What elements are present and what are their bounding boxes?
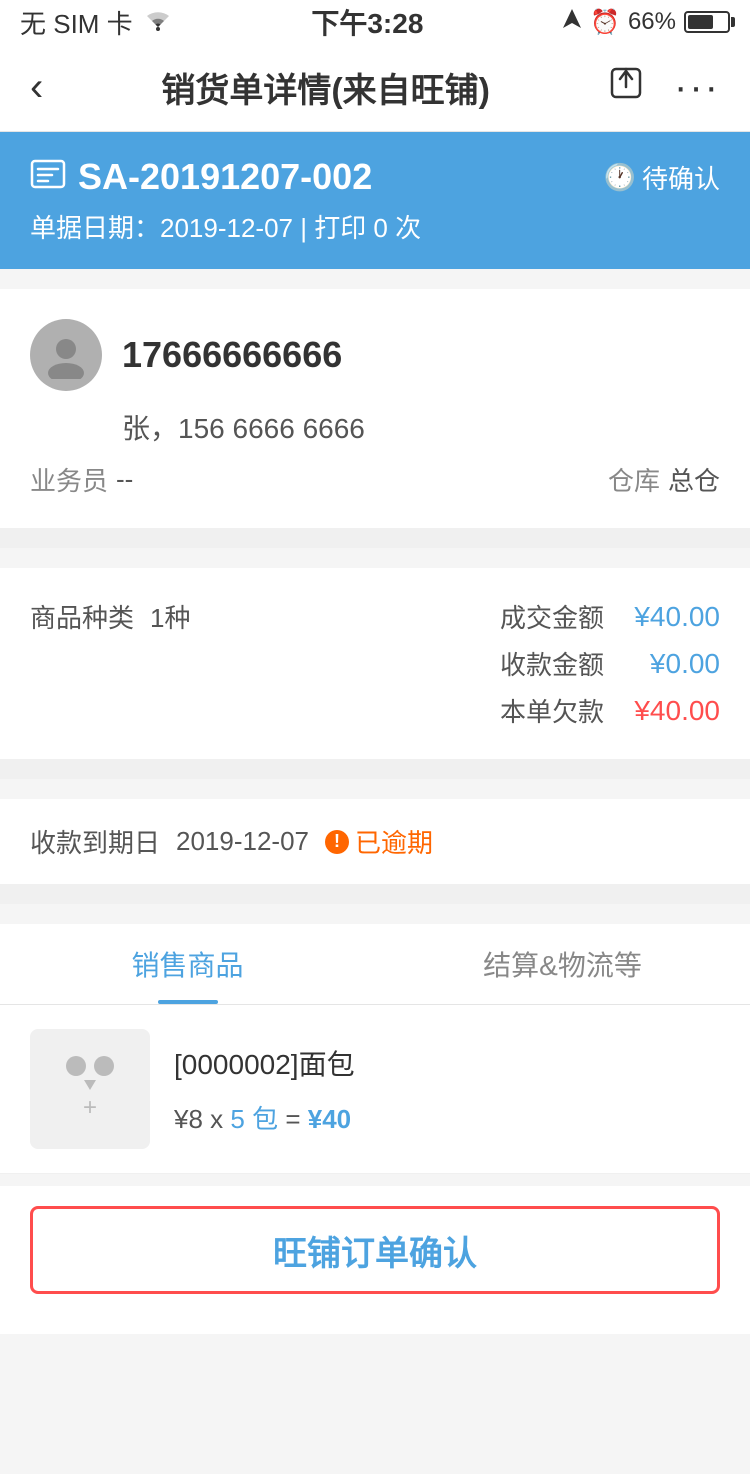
due-section: 收款到期日 2019-12-07 ! 已逾期 (0, 799, 750, 884)
deal-amount-value: ¥40.00 (620, 601, 720, 633)
summary-row: 商品种类 1种 成交金额 ¥40.00 收款金额 ¥0.00 本单欠款 ¥40.… (30, 598, 720, 729)
warehouse-value: 总仓 (668, 461, 720, 498)
salesperson-item: 业务员 -- (30, 461, 133, 498)
owl-beak (84, 1080, 96, 1090)
nav-bar: ‹ 销货单详情(来自旺铺) ··· (0, 44, 750, 132)
share-icon[interactable] (608, 65, 644, 110)
section-divider-1 (0, 528, 750, 548)
status-bar-right: ⏰ 66% (562, 8, 730, 37)
page-title: 销货单详情(来自旺铺) (161, 63, 490, 112)
confirm-order-button[interactable]: 旺铺订单确认 (30, 1206, 720, 1294)
debt-amount-label: 本单欠款 (500, 692, 604, 729)
tab-sales-products[interactable]: 销售商品 (0, 924, 375, 1004)
back-button[interactable]: ‹ (30, 65, 43, 110)
alarm-icon: ⏰ (590, 8, 620, 37)
warehouse-label: 仓库 (608, 461, 660, 498)
warehouse-item: 仓库 总仓 (608, 461, 720, 498)
tabs-section: 销售商品 结算&物流等 + [0000002]面包 (0, 924, 750, 1174)
customer-name: 张，156 6666 6666 (122, 407, 365, 447)
product-info: [0000002]面包 ¥8 x 5 包 = ¥40 (174, 1043, 720, 1136)
avatar (30, 319, 102, 391)
product-price: ¥8 x 5 包 = ¥40 (174, 1099, 720, 1136)
owl-eyes (66, 1056, 114, 1076)
nav-actions: ··· (608, 65, 720, 110)
product-name: [0000002]面包 (174, 1043, 720, 1083)
overdue-badge: ! 已逾期 (325, 823, 433, 860)
debt-amount-value: ¥40.00 (620, 695, 720, 727)
owl-eye-right (94, 1056, 114, 1076)
more-icon[interactable]: ··· (674, 65, 720, 110)
overdue-text: 已逾期 (355, 823, 433, 860)
battery-icon (684, 11, 730, 33)
received-amount-item: 收款金额 ¥0.00 (500, 645, 720, 682)
due-date-label: 收款到期日 (30, 823, 160, 860)
due-date-value: 2019-12-07 (176, 826, 309, 857)
tabs-header: 销售商品 结算&物流等 (0, 924, 750, 1005)
bottom-bar: 旺铺订单确认 (0, 1186, 750, 1334)
wifi-icon (143, 7, 173, 38)
received-amount-label: 收款金额 (500, 645, 604, 682)
deal-amount-item: 成交金额 ¥40.00 (500, 598, 720, 635)
product-types: 商品种类 1种 (30, 598, 190, 635)
tab-indicator (158, 1000, 218, 1004)
summary-section: 商品种类 1种 成交金额 ¥40.00 收款金额 ¥0.00 本单欠款 ¥40.… (0, 568, 750, 759)
customer-name-row: 张，156 6666 6666 (30, 407, 720, 447)
customer-section: 17666666666 张，156 6666 6666 业务员 -- 仓库 总仓 (0, 289, 750, 528)
order-icon (30, 156, 66, 198)
tab-settlement[interactable]: 结算&物流等 (375, 924, 750, 1004)
debt-amount-item: 本单欠款 ¥40.00 (500, 692, 720, 729)
carrier-label: 无 SIM 卡 (20, 4, 133, 41)
product-equals: = (285, 1104, 307, 1134)
order-header-card: SA-20191207-002 🕐 待确认 单据日期：2019-12-07 | … (0, 132, 750, 269)
clock-icon: 🕐 (604, 162, 636, 193)
order-id: SA-20191207-002 (30, 156, 372, 198)
status-bar: 无 SIM 卡 下午3:28 ⏰ 66% (0, 0, 750, 44)
table-row: + [0000002]面包 ¥8 x 5 包 = ¥40 (0, 1005, 750, 1174)
product-list: + [0000002]面包 ¥8 x 5 包 = ¥40 (0, 1005, 750, 1174)
received-amount-value: ¥0.00 (620, 648, 720, 680)
product-total: ¥40 (308, 1104, 351, 1134)
status-bar-time: 下午3:28 (311, 2, 423, 42)
customer-row: 17666666666 (30, 319, 720, 391)
status-bar-left: 无 SIM 卡 (20, 4, 173, 41)
customer-phone: 17666666666 (122, 334, 342, 376)
product-qty: 5 (230, 1104, 244, 1134)
product-unit: 包 (252, 1104, 278, 1134)
location-icon (562, 8, 582, 37)
order-status: 🕐 待确认 (604, 159, 720, 196)
owl-plus: + (83, 1094, 97, 1122)
deal-amount-label: 成交金额 (500, 598, 604, 635)
product-multiply: x (210, 1104, 230, 1134)
salesperson-value: -- (116, 464, 133, 495)
section-divider-3 (0, 884, 750, 904)
section-divider-2 (0, 759, 750, 779)
product-types-value: 1种 (150, 598, 190, 635)
owl-eye-left (66, 1056, 86, 1076)
owl-logo: + (66, 1056, 114, 1122)
order-date: 单据日期：2019-12-07 | 打印 0 次 (30, 208, 720, 245)
salesperson-label: 业务员 (30, 461, 108, 498)
product-types-label: 商品种类 (30, 598, 134, 635)
product-thumbnail: + (30, 1029, 150, 1149)
overdue-icon: ! (325, 830, 349, 854)
battery-label: 66% (628, 8, 676, 36)
product-unit-price: ¥8 (174, 1104, 203, 1134)
summary-right: 成交金额 ¥40.00 收款金额 ¥0.00 本单欠款 ¥40.00 (500, 598, 720, 729)
customer-meta: 业务员 -- 仓库 总仓 (30, 461, 720, 498)
